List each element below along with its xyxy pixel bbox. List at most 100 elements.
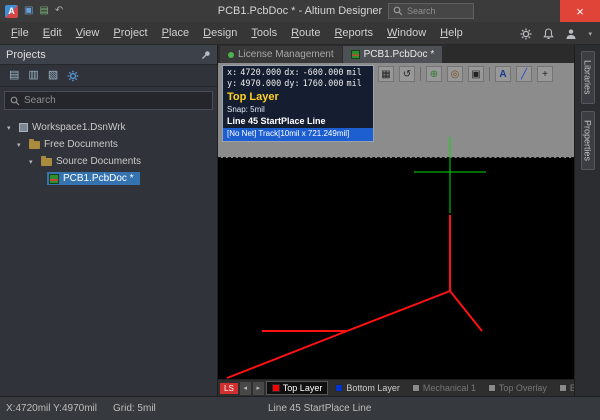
menu-window[interactable]: Window	[380, 24, 433, 42]
global-search-box[interactable]	[388, 3, 474, 19]
line-tool-icon[interactable]: ╱	[516, 66, 532, 82]
projects-panel: Projects ▤ ▥ ▧ ▾	[0, 45, 218, 396]
undo-icon[interactable]: ↺	[399, 66, 415, 82]
hud-x-row: x: 4720.000 dx: -600.000 mil	[227, 68, 369, 79]
layer-tab-more[interactable]: B…	[554, 382, 574, 394]
search-icon	[10, 96, 20, 105]
status-message: Line 45 StartPlace Line	[268, 403, 372, 414]
title-bar-icons: A ▣ ▤ ↶	[0, 4, 63, 18]
union-icon[interactable]: ⊕	[426, 66, 442, 82]
menu-place[interactable]: Place	[155, 24, 197, 42]
layer-tab-top[interactable]: Top Layer	[265, 381, 329, 395]
tree-item-source-documents[interactable]: ▾ Source Documents	[0, 153, 217, 170]
selected-tree-item[interactable]: PCB1.PcbDoc *	[47, 172, 140, 185]
undo-icon[interactable]: ↶	[55, 6, 63, 16]
tab-pcb-doc[interactable]: PCB1.PcbDoc *	[342, 46, 443, 63]
save-all-icon[interactable]: ▤	[9, 70, 19, 81]
menu-edit[interactable]: Edit	[36, 24, 69, 42]
hud-dx-label: dx:	[284, 68, 300, 78]
tree-item-free-documents[interactable]: ▾ Free Documents	[0, 136, 217, 153]
editor-area: License Management PCB1.PcbDoc * ▦ ↺ ⊕ ◎…	[218, 45, 574, 396]
folder-icon	[41, 155, 52, 166]
tree-item-label: Source Documents	[56, 156, 142, 167]
open-document-icon[interactable]: ▤	[39, 6, 48, 16]
workspace-icon	[19, 123, 28, 132]
text-tool-icon[interactable]: A	[495, 66, 511, 82]
layer-tab-bottom[interactable]: Bottom Layer	[330, 382, 405, 394]
track-branch[interactable]	[449, 290, 483, 332]
projects-panel-toolbar: ▤ ▥ ▧	[0, 65, 217, 87]
compile-icon[interactable]: ▥	[28, 70, 38, 81]
expander-icon[interactable]: ▾	[17, 141, 25, 149]
layer-tab-label: Bottom Layer	[346, 383, 400, 393]
track-arrow[interactable]	[226, 330, 348, 379]
bell-icon[interactable]	[543, 27, 555, 40]
layer-color-swatch	[487, 384, 496, 392]
menu-bar: File Edit View Project Place Design Tool…	[0, 22, 600, 45]
pin-icon[interactable]	[201, 50, 211, 60]
projects-search-box[interactable]	[4, 91, 213, 110]
tab-libraries[interactable]: Libraries	[580, 51, 595, 104]
board-icon[interactable]: ▣	[468, 66, 484, 82]
user-avatar-icon[interactable]	[565, 28, 577, 40]
close-button[interactable]: ×	[560, 0, 600, 22]
layer-tab-mechanical[interactable]: Mechanical 1	[407, 382, 481, 394]
track-shaft[interactable]	[346, 215, 451, 332]
layer-tab-label: Top Overlay	[498, 383, 547, 393]
expander-icon[interactable]: ▾	[29, 158, 37, 166]
layer-tab-top-overlay[interactable]: Top Overlay	[483, 382, 552, 394]
tree-item-label: Free Documents	[44, 139, 118, 150]
layer-color-swatch	[558, 384, 567, 392]
menu-design[interactable]: Design	[196, 24, 244, 42]
hud-y-row: y: 4970.000 dy: 1760.000 mil	[227, 79, 369, 90]
tree-item-pcb-doc[interactable]: PCB1.PcbDoc *	[0, 170, 217, 187]
menu-route[interactable]: Route	[284, 24, 327, 42]
pcb-document-icon	[350, 50, 360, 59]
menu-help[interactable]: Help	[433, 24, 470, 42]
global-search-input[interactable]	[407, 6, 469, 16]
projects-search-input[interactable]	[24, 95, 207, 106]
projects-search	[0, 87, 217, 114]
hud-y-value: 4970.000	[240, 79, 282, 89]
layer-sets-button[interactable]: LS	[220, 382, 238, 394]
grid-setting: Grid: 5mil	[112, 403, 156, 414]
grid-icon[interactable]: ▦	[378, 66, 394, 82]
toolbar-separator	[489, 67, 490, 81]
projects-panel-title: Projects	[6, 48, 46, 61]
expander-icon[interactable]: ▾	[7, 124, 15, 132]
menu-view[interactable]: View	[69, 24, 107, 42]
altium-logo-icon: A	[5, 4, 18, 18]
measure-icon[interactable]: +	[537, 66, 553, 82]
chevron-down-icon[interactable]: ▾	[588, 30, 592, 38]
tab-label: License Management	[238, 49, 334, 60]
heads-up-display: x: 4720.000 dx: -600.000 mil y: 4970.000…	[222, 65, 374, 142]
hud-snap-info: Snap: 5mil	[227, 105, 265, 114]
layer-color-swatch	[271, 384, 280, 392]
compare-icon[interactable]: ▧	[48, 70, 58, 81]
tab-label: PCB1.PcbDoc *	[363, 49, 435, 60]
layer-tab-bar: LS ◂ ▸ Top Layer Bottom Layer Mechanical…	[218, 379, 574, 396]
menu-file[interactable]: File	[4, 24, 36, 42]
layer-tab-label: Mechanical 1	[422, 383, 476, 393]
hud-x-label: x:	[227, 68, 238, 78]
via-icon[interactable]: ◎	[447, 66, 463, 82]
search-icon	[393, 6, 403, 16]
scroll-right-button[interactable]: ▸	[252, 381, 264, 395]
hud-y-unit: mil	[346, 79, 362, 89]
menu-bar-right-icons: ▾	[520, 22, 592, 45]
menu-project[interactable]: Project	[106, 24, 154, 42]
gear-icon[interactable]	[520, 28, 532, 40]
status-bar: X:4720mil Y:4970mil Grid: 5mil Line 45 S…	[0, 396, 600, 420]
folder-icon	[29, 138, 40, 149]
scroll-left-button[interactable]: ◂	[239, 381, 251, 395]
menu-reports[interactable]: Reports	[327, 24, 380, 42]
projects-panel-header: Projects	[0, 45, 217, 65]
new-document-icon[interactable]: ▣	[24, 6, 33, 16]
tree-item-label: Workspace1.DsnWrk	[32, 122, 126, 133]
panel-settings-gear-icon[interactable]	[67, 70, 79, 82]
tab-properties[interactable]: Properties	[580, 110, 595, 170]
tab-license-management[interactable]: License Management	[220, 46, 342, 63]
menu-tools[interactable]: Tools	[244, 24, 284, 42]
tree-item-workspace[interactable]: ▾ Workspace1.DsnWrk	[0, 119, 217, 136]
window-title: PCB1.PcbDoc * - Altium Designer	[217, 5, 383, 17]
